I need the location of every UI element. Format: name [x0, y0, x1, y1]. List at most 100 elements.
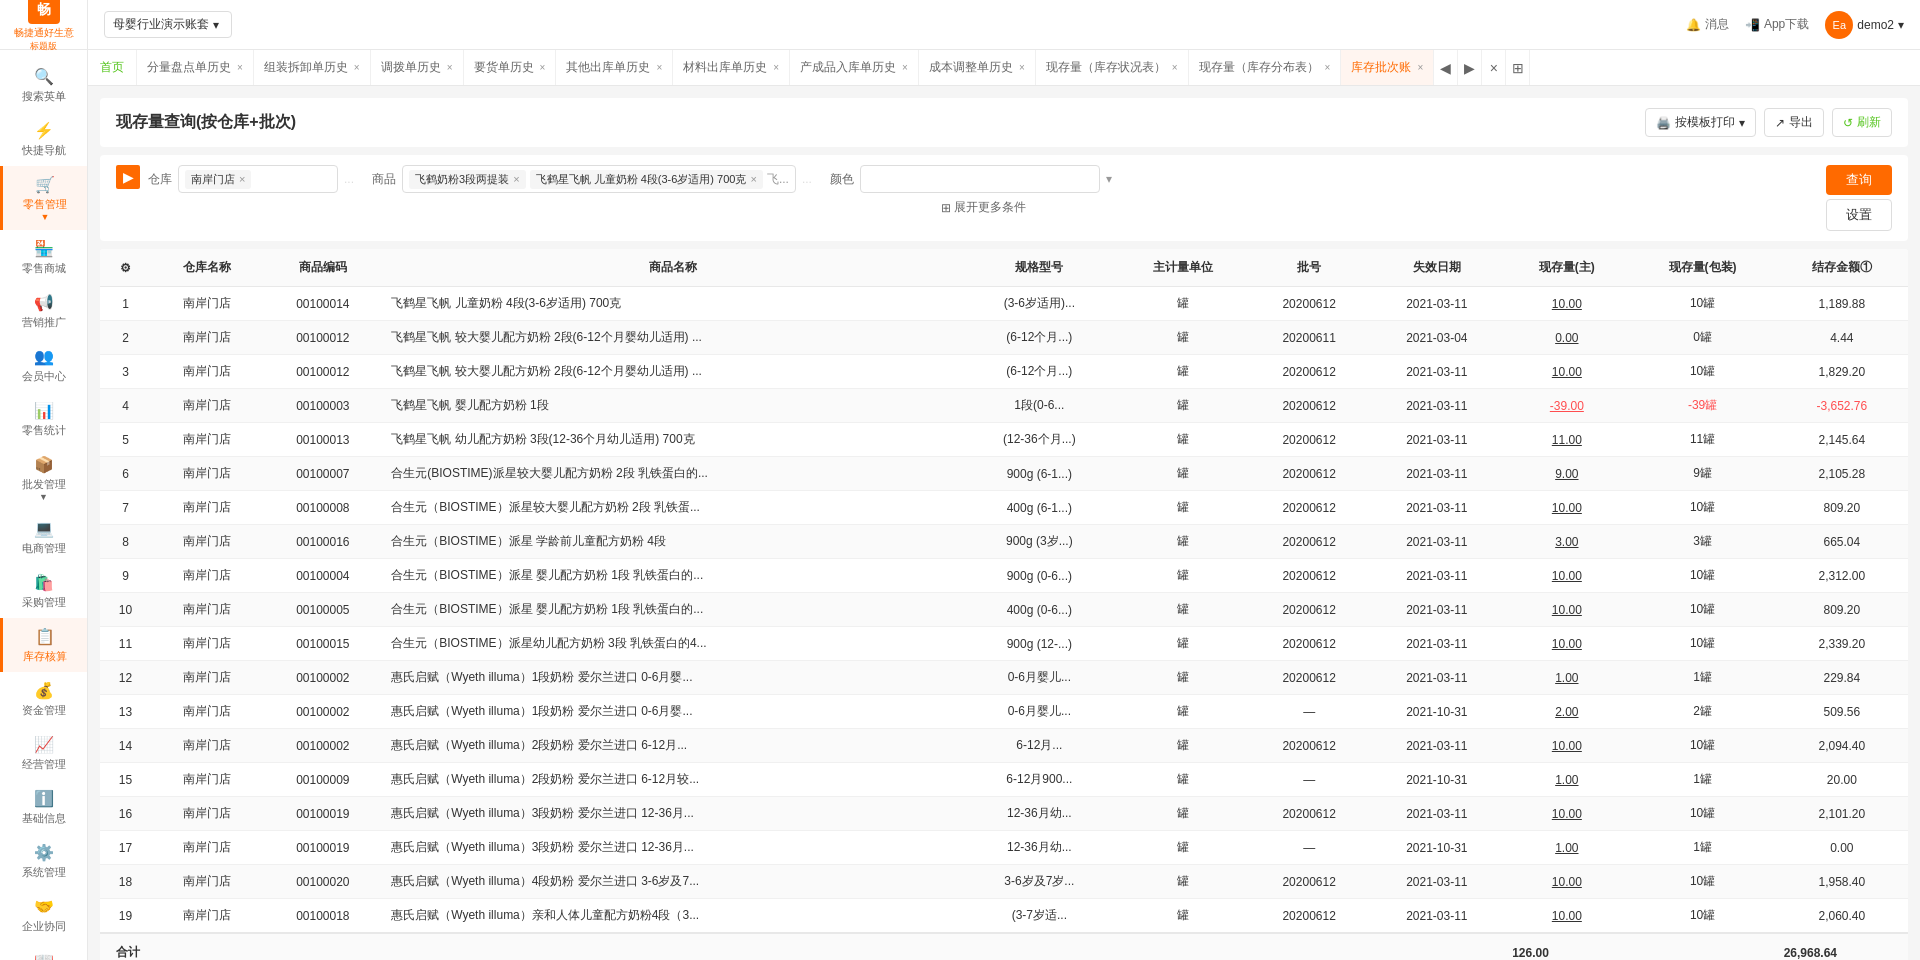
sidebar-item-operation[interactable]: 📈 经营管理 [0, 726, 87, 780]
sidebar-item-system[interactable]: ⚙️ 系统管理 [0, 834, 87, 888]
cell-qty-pkg: 1罐 [1629, 661, 1775, 695]
tab-9[interactable]: 现存量（库存状况表） × [1036, 50, 1189, 86]
cell-qty-main[interactable]: 1.00 [1504, 831, 1629, 865]
product-input[interactable]: 飞鹤奶粉3段两提装 × 飞鹤星飞帆 儿童奶粉 4段(3-6岁适用) 700克 ×… [402, 165, 796, 193]
tab-close-10[interactable]: × [1325, 62, 1331, 73]
tab-7[interactable]: 产成品入库单历史 × [790, 50, 919, 86]
sidebar-item-inventory[interactable]: 📋 库存核算 [0, 618, 87, 672]
cell-qty-main[interactable]: 9.00 [1504, 457, 1629, 491]
cell-qty-main[interactable]: 10.00 [1504, 797, 1629, 831]
cell-amount: -3,652.76 [1776, 389, 1908, 423]
sidebar-item-shortcut[interactable]: ⚡ 快捷导航 [0, 112, 87, 166]
logo-text: 畅捷通好生意 [14, 26, 74, 40]
cell-expire: 2021-10-31 [1370, 695, 1505, 729]
cell-qty-main[interactable]: 10.00 [1504, 593, 1629, 627]
tab-close-4[interactable]: × [540, 62, 546, 73]
warehouse-tag-1: 南岸门店 × [185, 170, 251, 189]
cell-qty-main[interactable]: 10.00 [1504, 627, 1629, 661]
tab-1[interactable]: 分量盘点单历史 × [137, 50, 254, 86]
cell-qty-main[interactable]: 2.00 [1504, 695, 1629, 729]
tab-next-btn[interactable]: ▶ [1458, 50, 1482, 86]
tab-close-3[interactable]: × [447, 62, 453, 73]
setting-btn[interactable]: 设置 [1826, 199, 1892, 231]
warehouse-input[interactable]: 南岸门店 × [178, 165, 338, 193]
tab-6[interactable]: 材料出库单历史 × [673, 50, 790, 86]
tab-prev-btn[interactable]: ◀ [1434, 50, 1458, 86]
tab-10[interactable]: 现存量（库存分布表） × [1189, 50, 1342, 86]
cell-qty-main[interactable]: -39.00 [1504, 389, 1629, 423]
cell-code: 00100012 [262, 355, 383, 389]
cell-qty-main[interactable]: 10.00 [1504, 899, 1629, 934]
print-btn[interactable]: 🖨️ 按模板打印 ▾ [1645, 108, 1756, 137]
tab-4[interactable]: 要货单历史 × [464, 50, 557, 86]
cell-warehouse: 南岸门店 [151, 525, 262, 559]
sidebar-item-wholesale[interactable]: 📦 批发管理 ▼ [0, 446, 87, 510]
tab-3[interactable]: 调拨单历史 × [371, 50, 464, 86]
cell-qty-main[interactable]: 10.00 [1504, 865, 1629, 899]
sidebar-item-search[interactable]: 🔍 搜索英单 [0, 58, 87, 112]
tab-home[interactable]: 首页 [88, 50, 137, 86]
product-tag-remove-1[interactable]: × [513, 173, 519, 185]
expand-more-btn[interactable]: ⊞ 展开更多条件 [941, 199, 1026, 216]
cell-spec: 6-12月... [962, 729, 1116, 763]
tab-close-8[interactable]: × [1019, 62, 1025, 73]
cell-qty-main[interactable]: 10.00 [1504, 729, 1629, 763]
cell-spec: 12-36月幼... [962, 797, 1116, 831]
sidebar-item-ecommerce[interactable]: 💻 电商管理 [0, 510, 87, 564]
tab-close-11[interactable]: × [1417, 62, 1423, 73]
cell-code: 00100002 [262, 729, 383, 763]
col-settings[interactable]: ⚙ [100, 249, 151, 287]
sidebar-item-retail[interactable]: 🛒 零售管理 ▼ [0, 166, 87, 230]
app-download-btn[interactable]: 📲 App下载 [1745, 16, 1809, 33]
cell-qty-main[interactable]: 1.00 [1504, 661, 1629, 695]
cell-qty-main[interactable]: 0.00 [1504, 321, 1629, 355]
cell-spec: 0-6月婴儿... [962, 661, 1116, 695]
tab-close-6[interactable]: × [773, 62, 779, 73]
warehouse-tag-remove-1[interactable]: × [239, 173, 245, 185]
sidebar-item-stats[interactable]: 📊 零售统计 [0, 392, 87, 446]
cell-qty-main[interactable]: 10.00 [1504, 287, 1629, 321]
cell-qty-main[interactable]: 10.00 [1504, 559, 1629, 593]
cell-name: 惠氏启赋（Wyeth illuma）3段奶粉 爱尔兰进口 12-36月... [383, 797, 962, 831]
sidebar-item-basic[interactable]: ℹ️ 基础信息 [0, 780, 87, 834]
expand-arrow-btn[interactable]: ▶ [116, 165, 140, 189]
cell-batch: — [1249, 763, 1370, 797]
tab-close-all-btn[interactable]: × [1482, 50, 1506, 86]
cell-code: 00100009 [262, 763, 383, 797]
people-icon: 👥 [34, 346, 54, 366]
message-btn[interactable]: 🔔 消息 [1686, 16, 1729, 33]
refresh-btn[interactable]: ↺ 刷新 [1832, 108, 1892, 137]
cell-qty-main[interactable]: 3.00 [1504, 525, 1629, 559]
cell-qty-main[interactable]: 10.00 [1504, 355, 1629, 389]
nav-select[interactable]: 母婴行业演示账套 ▾ [104, 11, 232, 38]
cell-qty-main[interactable]: 10.00 [1504, 491, 1629, 525]
cell-warehouse: 南岸门店 [151, 695, 262, 729]
sidebar-item-marketing[interactable]: 📢 营销推广 [0, 284, 87, 338]
cell-qty-main[interactable]: 1.00 [1504, 763, 1629, 797]
tab-close-2[interactable]: × [354, 62, 360, 73]
tab-5[interactable]: 其他出库单历史 × [556, 50, 673, 86]
tab-close-9[interactable]: × [1172, 62, 1178, 73]
cell-code: 00100003 [262, 389, 383, 423]
table-row: 12南岸门店00100002惠氏启赋（Wyeth illuma）1段奶粉 爱尔兰… [100, 661, 1908, 695]
sidebar-item-finance[interactable]: 💰 资金管理 [0, 672, 87, 726]
export-btn[interactable]: ↗ 导出 [1764, 108, 1824, 137]
tab-11[interactable]: 库存批次账 × [1341, 50, 1434, 86]
tab-menu-btn[interactable]: ⊞ [1506, 50, 1530, 86]
cell-no: 10 [100, 593, 151, 627]
cell-qty-main[interactable]: 11.00 [1504, 423, 1629, 457]
tab-close-5[interactable]: × [656, 62, 662, 73]
tab-2[interactable]: 组装拆卸单历史 × [254, 50, 371, 86]
user-menu-btn[interactable]: Ea demo2 ▾ [1825, 11, 1904, 39]
sidebar-item-enterprise[interactable]: 🤝 企业协同 [0, 888, 87, 942]
query-btn[interactable]: 查询 [1826, 165, 1892, 195]
sidebar-item-retail-store[interactable]: 🏪 零售商城 [0, 230, 87, 284]
product-tag-remove-2[interactable]: × [750, 173, 756, 185]
sidebar-item-member[interactable]: 👥 会员中心 [0, 338, 87, 392]
tab-close-1[interactable]: × [237, 62, 243, 73]
tab-close-7[interactable]: × [902, 62, 908, 73]
sidebar-item-guide[interactable]: 📖 新手引导 [0, 942, 87, 960]
sidebar-item-purchase[interactable]: 🛍️ 采购管理 [0, 564, 87, 618]
color-input[interactable] [860, 165, 1100, 193]
tab-8[interactable]: 成本调整单历史 × [919, 50, 1036, 86]
